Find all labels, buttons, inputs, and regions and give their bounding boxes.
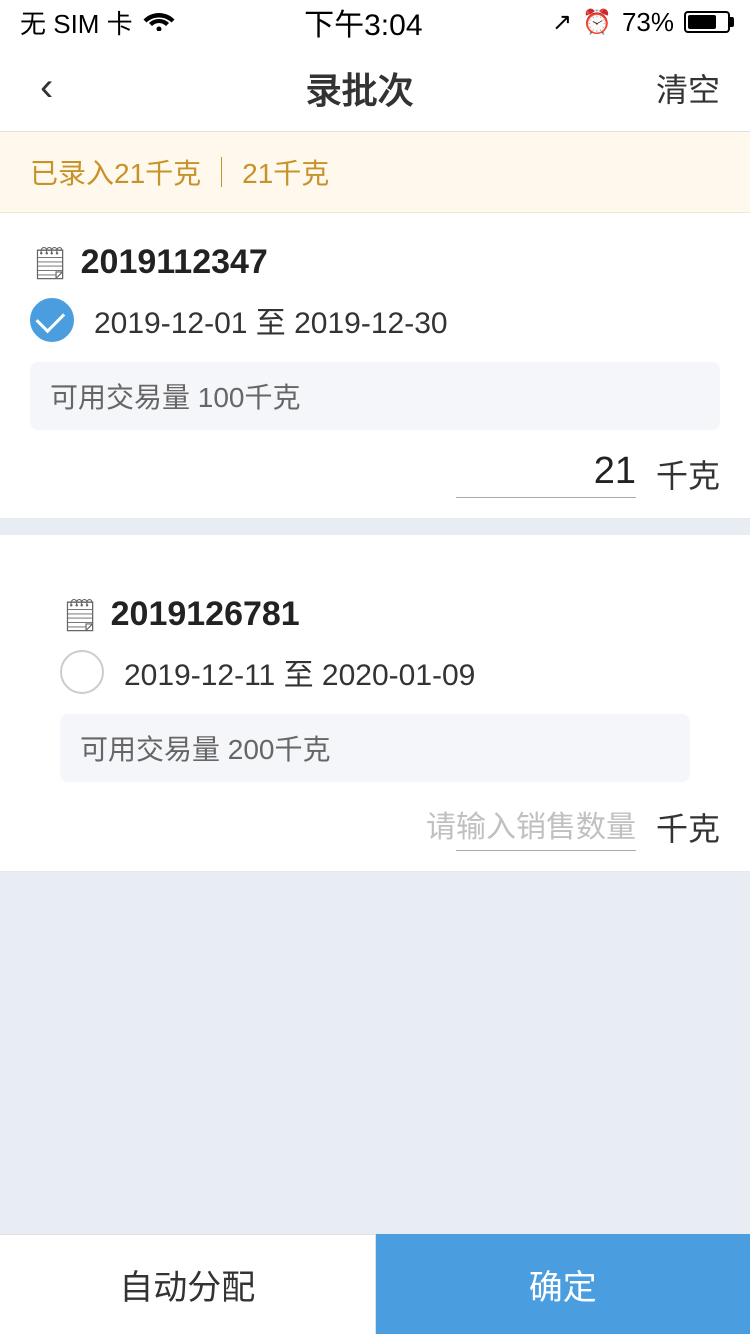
page-title: 录批次 xyxy=(306,62,414,114)
recorded-amount: 21千克 xyxy=(242,152,329,192)
batch2-header: 🗒 2019126781 xyxy=(60,595,690,634)
carrier-text: 无 SIM 卡 xyxy=(20,4,133,41)
status-right: ↗ ⏰ 73% xyxy=(552,7,730,38)
batch2-date: 2019-12-11 至 2020-01-09 xyxy=(124,650,475,694)
batch1-amount-row[interactable]: 21 千克 xyxy=(0,430,750,519)
batch1-amount-value: 21 xyxy=(594,450,636,493)
batch1-avail-text: 可用交易量 100千克 xyxy=(50,382,301,413)
info-banner: 已录入21千克 21千克 xyxy=(0,132,750,213)
section-divider xyxy=(0,519,750,535)
batch1-input-wrapper[interactable]: 21 xyxy=(456,450,636,498)
batch1-underline xyxy=(456,497,636,498)
batch2-input-placeholder: 请输入销售数量 xyxy=(426,802,636,846)
batch2-input-wrapper[interactable]: 请输入销售数量 xyxy=(426,802,636,851)
batch1-date: 2019-12-01 至 2019-12-30 xyxy=(94,298,448,342)
time-display: 下午3:04 xyxy=(304,0,422,44)
clear-button[interactable]: 清空 xyxy=(656,65,720,111)
batch2-input-unit: 千克 xyxy=(656,804,720,850)
nav-bar: ‹ 录批次 清空 xyxy=(0,44,750,132)
batch1-avail-box: 可用交易量 100千克 xyxy=(30,362,720,430)
batch-card-1: 🗒 2019112347 2019-12-01 至 2019-12-30 可用交… xyxy=(0,213,750,430)
batch1-amount-unit: 千克 xyxy=(656,451,720,497)
info-divider xyxy=(221,157,222,187)
batch-card-2: 🗒 2019126781 2019-12-11 至 2020-01-09 可用交… xyxy=(0,535,750,782)
status-bar: 无 SIM 卡 下午3:04 ↗ ⏰ 73% xyxy=(0,0,750,44)
batch2-radio[interactable] xyxy=(60,650,104,694)
status-left: 无 SIM 卡 xyxy=(20,4,175,41)
batch2-id: 2019126781 xyxy=(111,595,300,634)
battery-icon xyxy=(684,11,730,33)
location-icon: ↗ xyxy=(552,8,572,37)
batch1-icon: 🗒 xyxy=(30,244,71,282)
batch2-input-row[interactable]: 请输入销售数量 千克 xyxy=(0,782,750,872)
batch2-underline xyxy=(456,850,636,851)
batch1-header: 🗒 2019112347 xyxy=(30,243,720,282)
battery-percent: 73% xyxy=(622,7,674,38)
batch1-id: 2019112347 xyxy=(81,243,268,282)
recorded-label: 已录入21千克 xyxy=(30,152,201,192)
batch2-icon: 🗒 xyxy=(60,596,101,634)
batch2-date-row[interactable]: 2019-12-11 至 2020-01-09 xyxy=(60,650,690,694)
batch1-date-row[interactable]: 2019-12-01 至 2019-12-30 xyxy=(30,298,720,342)
alarm-icon: ⏰ xyxy=(582,8,612,37)
confirm-button[interactable]: 确定 xyxy=(376,1234,750,1334)
wifi-icon xyxy=(143,7,175,38)
back-button[interactable]: ‹ xyxy=(30,55,63,120)
batch2-avail-text: 可用交易量 200千克 xyxy=(80,734,331,765)
bottom-bar: 自动分配 确定 xyxy=(0,1234,750,1334)
batch1-radio[interactable] xyxy=(30,298,74,342)
batch2-avail-box: 可用交易量 200千克 xyxy=(60,714,690,782)
auto-distribute-button[interactable]: 自动分配 xyxy=(0,1234,376,1334)
